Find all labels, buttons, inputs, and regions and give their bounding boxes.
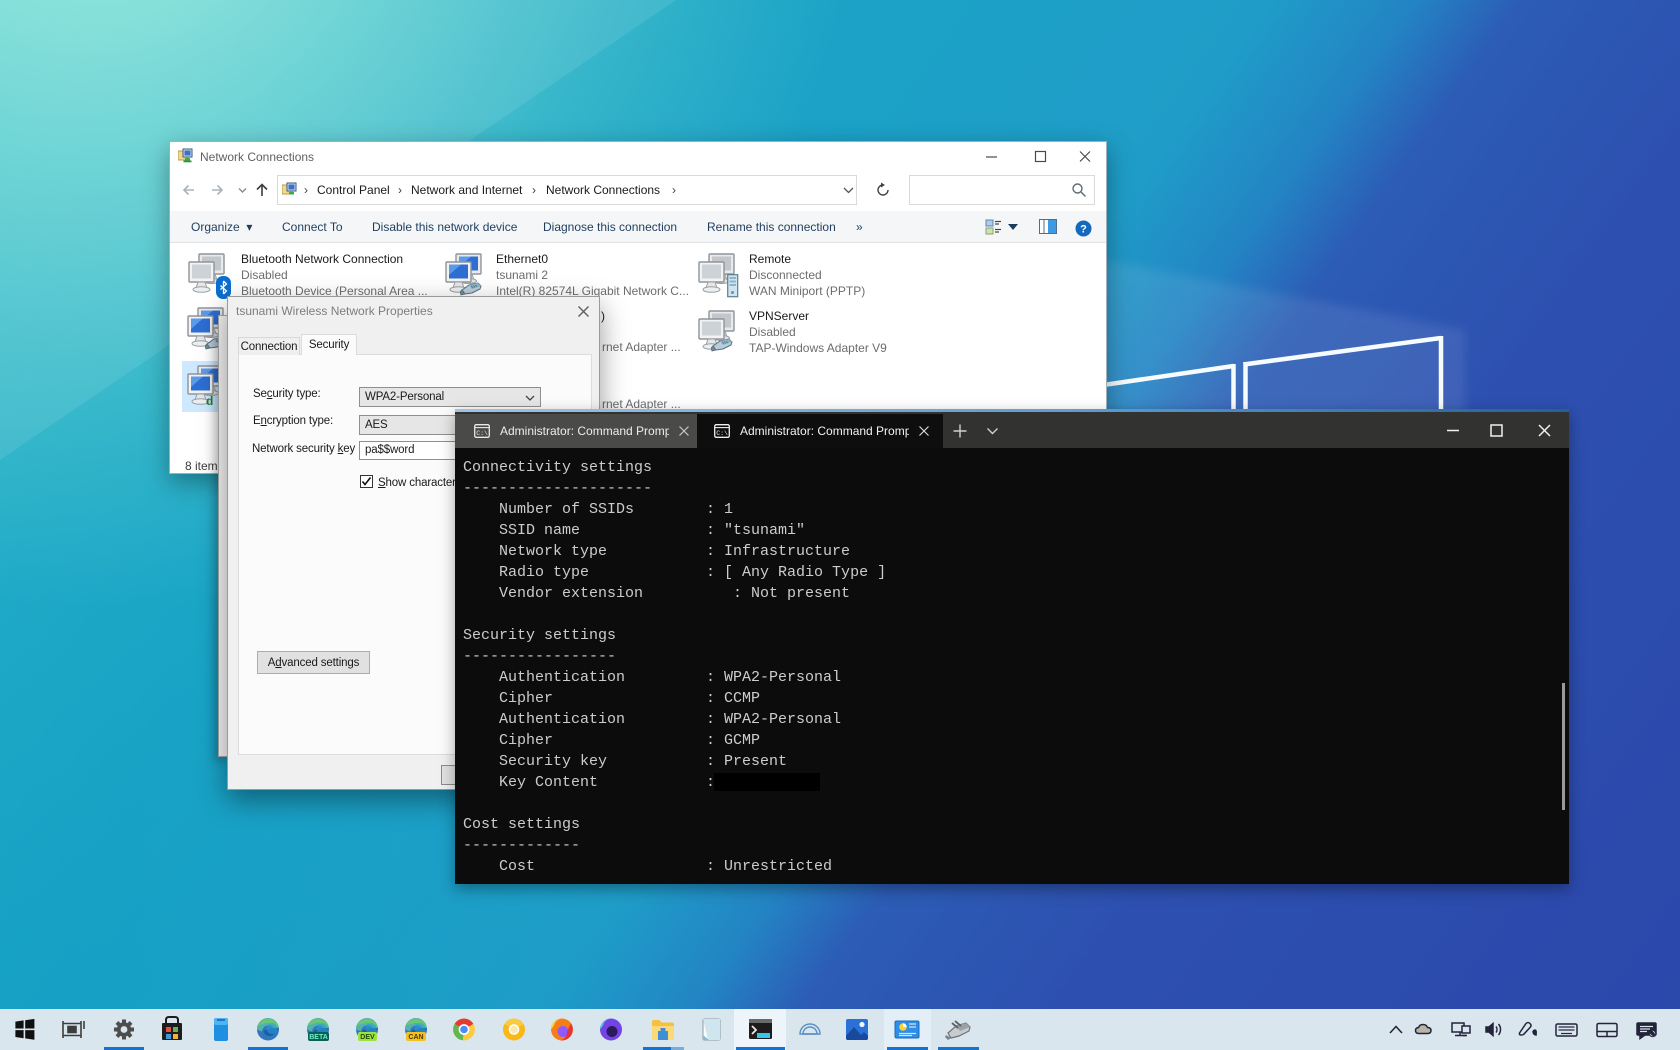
svg-text:C:\: C:\: [476, 430, 488, 437]
svg-text:?: ?: [1080, 224, 1087, 236]
svg-text:BETA: BETA: [309, 1034, 328, 1041]
svg-text:DEV: DEV: [360, 1034, 375, 1041]
svg-text:C:\: C:\: [716, 430, 728, 437]
svg-text:✎: ✎: [1650, 1031, 1656, 1038]
svg-text:CAN: CAN: [408, 1034, 423, 1041]
